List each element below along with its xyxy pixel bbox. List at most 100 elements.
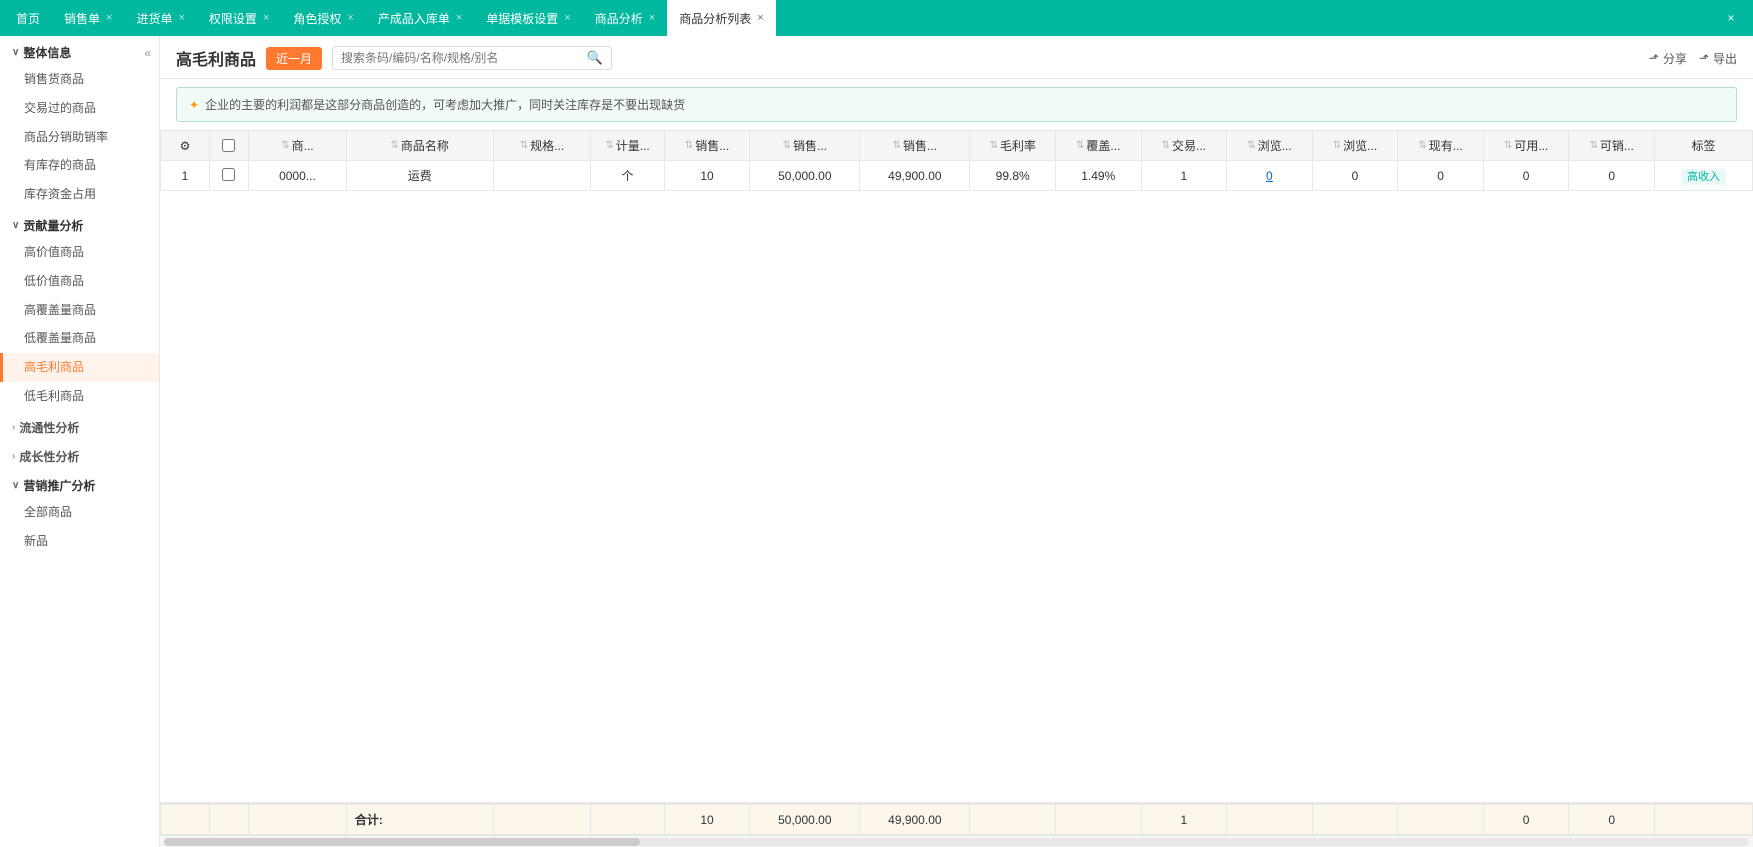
col-header-code[interactable]: ⇅ 商... xyxy=(249,131,347,161)
sort-icon-trade: ⇅ xyxy=(1162,140,1170,151)
sidebar-item-low-coverage[interactable]: 低覆盖量商品 xyxy=(0,324,159,353)
row-checkbox[interactable] xyxy=(222,168,235,181)
search-input[interactable] xyxy=(341,51,587,65)
col-header-stock-cur[interactable]: ⇅ 现有... xyxy=(1398,131,1484,161)
col-header-tag[interactable]: 标签 xyxy=(1655,131,1753,161)
search-icon[interactable]: 🔍 xyxy=(587,50,603,66)
close-role-auth[interactable]: × xyxy=(347,12,353,24)
sidebar-group-growth[interactable]: › 成长性分析 xyxy=(0,440,159,469)
sort-icon-stocksell: ⇅ xyxy=(1590,140,1598,151)
cell-check[interactable] xyxy=(209,161,248,191)
share-button[interactable]: ⬏ 分享 xyxy=(1649,50,1687,67)
scrollbar-thumb[interactable] xyxy=(164,838,640,846)
nav-product-analysis[interactable]: 商品分析 × xyxy=(583,0,667,36)
cell-stock-sell: 0 xyxy=(1569,161,1655,191)
sidebar-item-low-margin[interactable]: 低毛利商品 xyxy=(0,382,159,411)
cell-trade-cnt: 1 xyxy=(1141,161,1227,191)
cell-sales-qty: 10 xyxy=(664,161,750,191)
export-button[interactable]: ⬏ 导出 xyxy=(1699,50,1737,67)
footer-sales-qty: 10 xyxy=(664,805,750,835)
col-header-trade-cnt[interactable]: ⇅ 交易... xyxy=(1141,131,1227,161)
sidebar-item-sales-goods[interactable]: 销售货商品 xyxy=(0,65,159,94)
nav-sales-order[interactable]: 销售单 × xyxy=(52,0,124,36)
nav-product-inbound[interactable]: 产成品入库单 × xyxy=(366,0,474,36)
col-header-browse1[interactable]: ⇅ 浏览... xyxy=(1227,131,1313,161)
sidebar-item-low-value[interactable]: 低价值商品 xyxy=(0,267,159,296)
sidebar-item-distribution-rate[interactable]: 商品分销助销率 xyxy=(0,123,159,152)
footer-trade-cnt: 1 xyxy=(1141,805,1227,835)
header-actions: ⬏ 分享 ⬏ 导出 xyxy=(1649,50,1737,67)
sidebar-item-high-margin[interactable]: 高毛利商品 xyxy=(0,353,159,382)
sort-icon-gross: ⇅ xyxy=(989,140,997,151)
close-purchase-order[interactable]: × xyxy=(178,12,184,24)
close-product-analysis-list[interactable]: × xyxy=(757,12,763,24)
footer-sales-cost: 49,900.00 xyxy=(860,805,970,835)
col-header-spec[interactable]: ⇅ 规格... xyxy=(493,131,591,161)
col-header-gross-rate[interactable]: ⇅ 毛利率 xyxy=(970,131,1056,161)
footer-stock-sell: 0 xyxy=(1569,805,1655,835)
col-header-sales-qty[interactable]: ⇅ 销售... xyxy=(664,131,750,161)
close-product-analysis[interactable]: × xyxy=(649,12,655,24)
col-header-browse2[interactable]: ⇅ 浏览... xyxy=(1312,131,1398,161)
col-header-name[interactable]: ⇅ 商品名称 xyxy=(346,131,493,161)
nav-purchase-order[interactable]: 进货单 × xyxy=(124,0,196,36)
footer-sales-amt: 50,000.00 xyxy=(750,805,860,835)
sidebar-item-high-coverage[interactable]: 高覆盖量商品 xyxy=(0,296,159,325)
arrow-icon-5: ∨ xyxy=(12,480,19,491)
cell-stock-cur: 0 xyxy=(1398,161,1484,191)
sidebar-item-traded-goods[interactable]: 交易过的商品 xyxy=(0,94,159,123)
tag-badge: 高收入 xyxy=(1681,169,1726,185)
sidebar-collapse-button[interactable]: « xyxy=(144,44,151,60)
cell-stock-avail: 0 xyxy=(1483,161,1569,191)
col-header-settings[interactable]: ⚙ xyxy=(161,131,210,161)
sort-icon-stockcur: ⇅ xyxy=(1418,140,1426,151)
close-product-inbound[interactable]: × xyxy=(456,12,462,24)
sidebar-item-new-goods[interactable]: 新品 xyxy=(0,527,159,556)
col-header-unit[interactable]: ⇅ 计量... xyxy=(591,131,664,161)
close-template-settings[interactable]: × xyxy=(564,12,570,24)
col-header-stock-sell[interactable]: ⇅ 可销... xyxy=(1569,131,1655,161)
close-permission-settings[interactable]: × xyxy=(263,12,269,24)
nav-product-analysis-list[interactable]: 商品分析列表 × xyxy=(667,0,775,36)
col-header-cover-rate[interactable]: ⇅ 覆盖... xyxy=(1055,131,1141,161)
sidebar-group-overall[interactable]: ∨ 整体信息 xyxy=(0,36,159,65)
filter-recent-month-button[interactable]: 近一月 xyxy=(266,47,322,70)
sidebar-item-stock-capital[interactable]: 库存资金占用 xyxy=(0,180,159,209)
col-header-stock-avail[interactable]: ⇅ 可用... xyxy=(1483,131,1569,161)
select-all-checkbox[interactable] xyxy=(222,139,235,152)
export-icon: ⬏ xyxy=(1699,51,1709,65)
bottom-scrollbar[interactable] xyxy=(160,835,1753,847)
nav-home[interactable]: 首页 xyxy=(4,0,52,36)
nav-template-settings[interactable]: 单据模板设置 × xyxy=(474,0,582,36)
content-area: 高毛利商品 近一月 🔍 ⬏ 分享 ⬏ 导出 ✦ 企业的主要的利润都是这部分商品创… xyxy=(160,36,1753,847)
sidebar-group-contribution[interactable]: ∨ 贡献量分析 xyxy=(0,209,159,238)
nav-permission-settings[interactable]: 权限设置 × xyxy=(197,0,281,36)
sort-icon-stockavail: ⇅ xyxy=(1504,140,1512,151)
sort-icon-browse2: ⇅ xyxy=(1333,140,1341,151)
nav-role-auth[interactable]: 角色授权 × xyxy=(281,0,365,36)
sidebar-group-liquidity[interactable]: › 流通性分析 xyxy=(0,411,159,440)
col-header-check[interactable] xyxy=(209,131,248,161)
sidebar-group-marketing[interactable]: ∨ 营销推广分析 xyxy=(0,469,159,498)
content-header: 高毛利商品 近一月 🔍 ⬏ 分享 ⬏ 导出 xyxy=(160,36,1753,79)
sidebar-item-high-value[interactable]: 高价值商品 xyxy=(0,238,159,267)
cell-browse1[interactable]: 0 xyxy=(1227,161,1313,191)
arrow-icon-4: › xyxy=(12,451,15,462)
sort-icon-salesqty: ⇅ xyxy=(685,140,693,151)
table-wrapper[interactable]: ⚙ ⇅ 商... ⇅ xyxy=(160,130,1753,802)
table-header-row: ⚙ ⇅ 商... ⇅ xyxy=(161,131,1753,161)
close-sales-order[interactable]: × xyxy=(106,12,112,24)
footer-totals: 合计: 10 50,000.00 49,900.00 1 0 0 xyxy=(160,802,1753,835)
close-all-button[interactable]: × xyxy=(1713,0,1749,36)
sidebar-item-in-stock[interactable]: 有库存的商品 xyxy=(0,151,159,180)
col-header-sales-cost[interactable]: ⇅ 销售... xyxy=(860,131,970,161)
col-header-sales-amt[interactable]: ⇅ 销售... xyxy=(750,131,860,161)
sidebar: « ∨ 整体信息 销售货商品 交易过的商品 商品分销助销率 有库存的商品 库存资… xyxy=(0,36,160,847)
sidebar-item-all-goods[interactable]: 全部商品 xyxy=(0,498,159,527)
cell-cover-rate: 1.49% xyxy=(1055,161,1141,191)
scrollbar-track[interactable] xyxy=(164,838,1749,846)
arrow-icon-3: › xyxy=(12,422,15,433)
sort-icon-browse1: ⇅ xyxy=(1247,140,1255,151)
sort-icon-name: ⇅ xyxy=(391,140,399,151)
table-row: 1 0000... 运费 个 10 50,000.00 49,900.00 99… xyxy=(161,161,1753,191)
